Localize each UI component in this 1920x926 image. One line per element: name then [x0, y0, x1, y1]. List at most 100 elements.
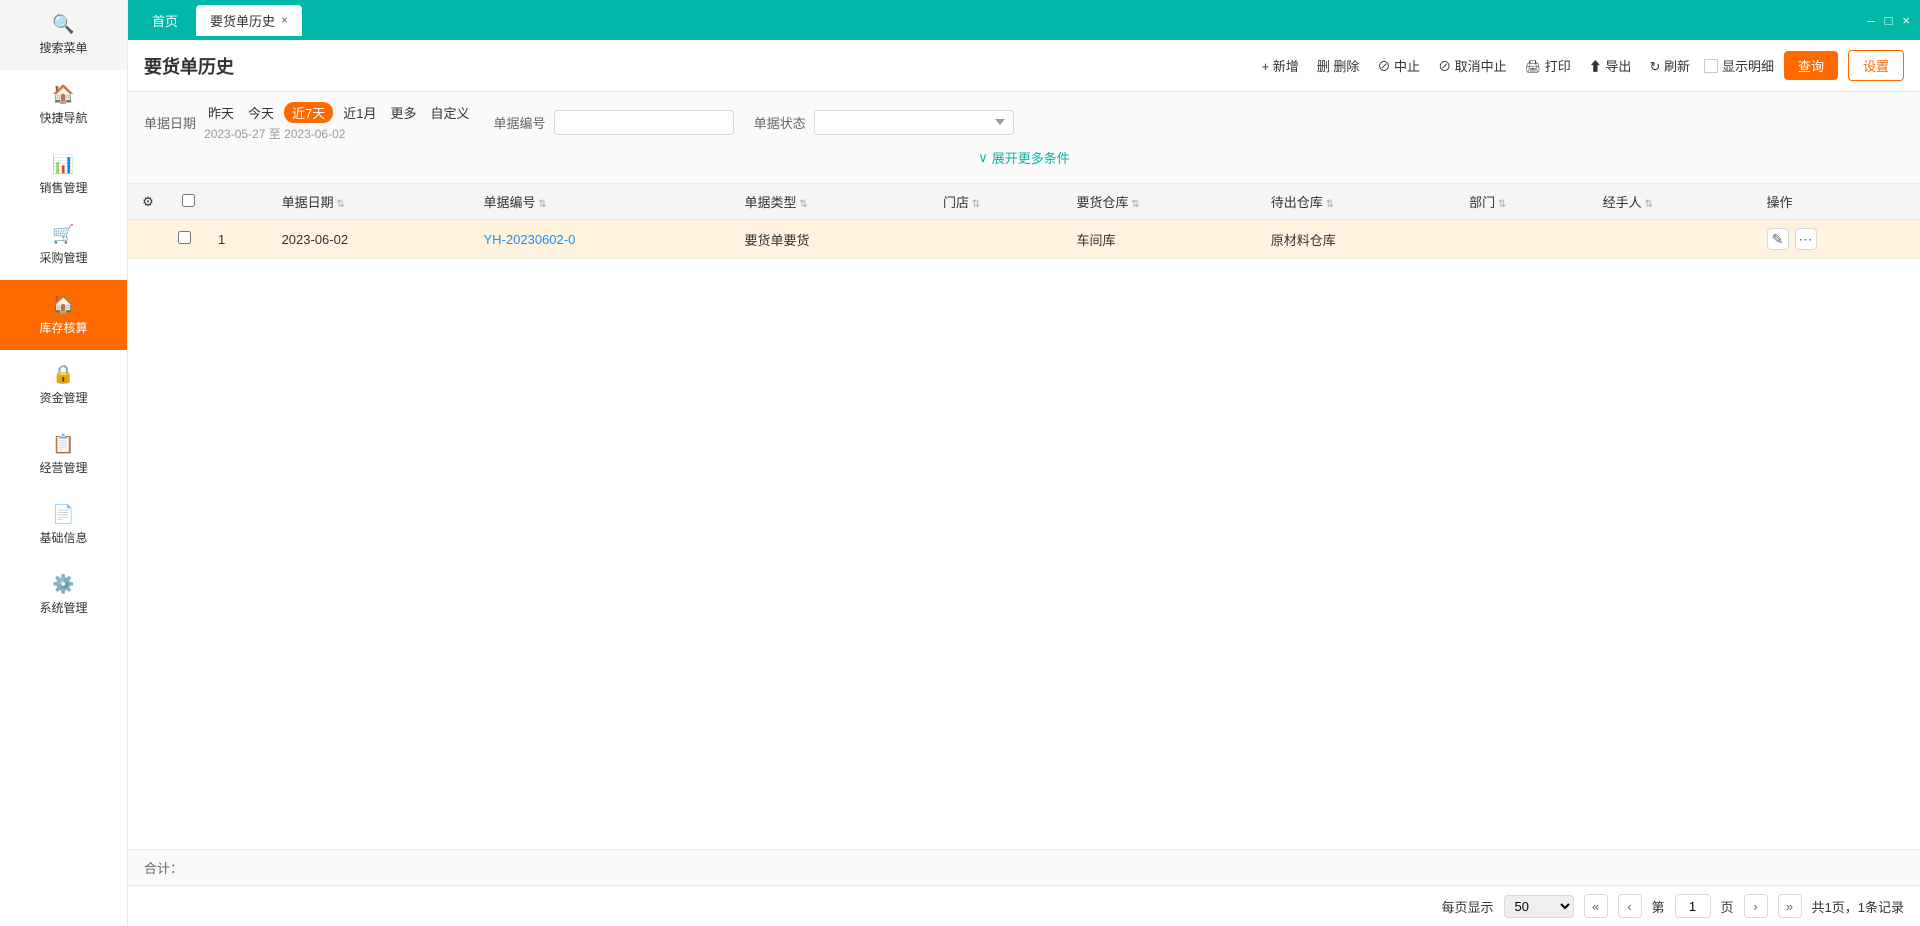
- cell-checkbox[interactable]: [168, 220, 208, 259]
- select-all-checkbox[interactable]: [182, 194, 195, 207]
- tab-home[interactable]: 首页: [138, 5, 192, 36]
- stop-button[interactable]: ⊘ 中止: [1373, 54, 1424, 77]
- row-actions: ✎ ⋯: [1767, 228, 1910, 250]
- filter-date-shortcuts: 昨天 今天 近7天 近1月 更多 自定义: [204, 102, 474, 123]
- shortcut-more[interactable]: 更多: [387, 102, 421, 123]
- page-header: 要货单历史 + 新增 删 删除 ⊘ 中止 ⊘ 取消中止 🖨 打印 ⬆ 导出 ↻ …: [128, 40, 1920, 92]
- topbar: 首页 要货单历史 × – □ ×: [128, 0, 1920, 40]
- th-operation: 操作: [1757, 184, 1920, 220]
- cell-date: 2023-06-02: [272, 220, 474, 259]
- maximize-button[interactable]: □: [1885, 13, 1893, 28]
- sidebar-item-sales[interactable]: 📊 销售管理: [0, 140, 127, 210]
- next-page-button[interactable]: ›: [1744, 894, 1768, 918]
- filter-row-main: 单据日期 昨天 今天 近7天 近1月 更多 自定义 2023-05-27 至 2…: [144, 102, 1904, 142]
- cell-pending-warehouse: 原材料仓库: [1261, 220, 1459, 259]
- expand-more-button[interactable]: ∨ 展开更多条件: [978, 148, 1070, 167]
- status-select[interactable]: [814, 110, 1014, 135]
- sidebar-item-operation[interactable]: 📋 经营管理: [0, 420, 127, 490]
- cell-seq: 1: [208, 220, 272, 259]
- home-icon: 🏠: [52, 84, 74, 105]
- tab-requisition-history[interactable]: 要货单历史 ×: [196, 5, 302, 36]
- sidebar-item-search[interactable]: 🔍 搜索菜单: [0, 0, 127, 70]
- sidebar-item-system[interactable]: ⚙️ 系统管理: [0, 560, 127, 630]
- query-button[interactable]: 查询: [1784, 51, 1838, 80]
- show-detail-label[interactable]: 显示明细: [1704, 56, 1774, 75]
- th-date[interactable]: 单据日期: [272, 184, 474, 220]
- page-size-select[interactable]: 20 50 100 200: [1504, 895, 1574, 918]
- page-size-label: 每页显示: [1441, 897, 1493, 916]
- th-req-warehouse[interactable]: 要货仓库: [1066, 184, 1260, 220]
- search-icon: 🔍: [52, 14, 74, 35]
- filter-status: 单据状态: [754, 110, 1014, 135]
- doc-number-link[interactable]: YH-20230602-0: [484, 232, 576, 247]
- th-checkbox[interactable]: [168, 184, 208, 220]
- filter-doc-number-label: 单据编号: [494, 113, 546, 132]
- date-range-display: 2023-05-27 至 2023-06-02: [204, 125, 474, 142]
- row-edit-button[interactable]: ✎: [1767, 228, 1789, 250]
- cell-settings: [128, 220, 168, 259]
- main-content: 首页 要货单历史 × – □ × 要货单历史 + 新增 删 删除 ⊘ 中止 ⊘ …: [128, 0, 1920, 926]
- sidebar-item-basic[interactable]: 📄 基础信息: [0, 490, 127, 560]
- cell-store: [933, 220, 1067, 259]
- cell-operation: ✎ ⋯: [1757, 220, 1920, 259]
- table-body: 1 2023-06-02 YH-20230602-0 要货单要货 车间库 原材料…: [128, 220, 1920, 259]
- row-more-button[interactable]: ⋯: [1795, 228, 1817, 250]
- table-header: ⚙ 单据日期 单据编号 单据类型 门店 要货仓库 待出仓库 部门 经手人 操作: [128, 184, 1920, 220]
- shortcut-1month[interactable]: 近1月: [339, 102, 380, 123]
- new-button[interactable]: + 新增: [1258, 54, 1303, 77]
- pagination-area: 每页显示 20 50 100 200 « ‹ 第 页 › » 共1页，1条记录: [128, 885, 1920, 926]
- th-handler[interactable]: 经手人: [1593, 184, 1757, 220]
- shortcut-today[interactable]: 今天: [244, 102, 278, 123]
- filter-date-label: 单据日期: [144, 113, 196, 132]
- prev-page-button[interactable]: ‹: [1618, 894, 1642, 918]
- filter-status-label: 单据状态: [754, 113, 806, 132]
- purchase-icon: 🛒: [52, 224, 74, 245]
- settings-button[interactable]: 设置: [1848, 50, 1904, 81]
- system-icon: ⚙️: [52, 574, 74, 595]
- tab-close-button[interactable]: ×: [281, 13, 288, 27]
- total-info: 共1页，1条记录: [1812, 897, 1904, 916]
- cell-number[interactable]: YH-20230602-0: [474, 220, 735, 259]
- topbar-right: – □ ×: [1867, 13, 1910, 28]
- operation-icon: 📋: [52, 434, 74, 455]
- print-button[interactable]: 🖨 打印: [1521, 54, 1575, 77]
- row-checkbox[interactable]: [178, 231, 191, 244]
- th-type[interactable]: 单据类型: [735, 184, 933, 220]
- sidebar-item-purchase[interactable]: 🛒 采购管理: [0, 210, 127, 280]
- th-seq: [208, 184, 272, 220]
- table-footer: 合计：: [128, 849, 1920, 885]
- cell-handler: [1593, 220, 1757, 259]
- page-label-suffix: 页: [1721, 897, 1734, 916]
- data-table: ⚙ 单据日期 单据编号 单据类型 门店 要货仓库 待出仓库 部门 经手人 操作: [128, 184, 1920, 259]
- export-button[interactable]: ⬆ 导出: [1585, 54, 1636, 77]
- page-number-input[interactable]: [1675, 894, 1711, 918]
- header-actions: + 新增 删 删除 ⊘ 中止 ⊘ 取消中止 🖨 打印 ⬆ 导出 ↻ 刷新 显示明…: [1258, 50, 1904, 81]
- cancel-stop-button[interactable]: ⊘ 取消中止: [1434, 54, 1511, 77]
- refresh-button[interactable]: ↻ 刷新: [1645, 54, 1694, 77]
- sidebar: 🔍 搜索菜单 🏠 快捷导航 📊 销售管理 🛒 采购管理 🏠 库存核算 🔒 资金管…: [0, 0, 128, 926]
- shortcut-7days[interactable]: 近7天: [284, 102, 333, 123]
- th-pending-warehouse[interactable]: 待出仓库: [1261, 184, 1459, 220]
- expand-more-area: ∨ 展开更多条件: [144, 142, 1904, 173]
- shortcut-yesterday[interactable]: 昨天: [204, 102, 238, 123]
- first-page-button[interactable]: «: [1584, 894, 1608, 918]
- th-number[interactable]: 单据编号: [474, 184, 735, 220]
- th-store[interactable]: 门店: [933, 184, 1067, 220]
- sidebar-item-finance[interactable]: 🔒 资金管理: [0, 350, 127, 420]
- total-label: 合计：: [144, 861, 183, 876]
- show-detail-checkbox[interactable]: [1704, 59, 1718, 73]
- chevron-down-icon: ∨: [978, 150, 988, 166]
- close-window-button[interactable]: ×: [1902, 13, 1910, 28]
- minimize-button[interactable]: –: [1867, 13, 1874, 28]
- finance-icon: 🔒: [52, 364, 74, 385]
- delete-button[interactable]: 删 删除: [1313, 54, 1364, 77]
- sidebar-item-inventory[interactable]: 🏠 库存核算: [0, 280, 127, 350]
- cell-type: 要货单要货: [735, 220, 933, 259]
- last-page-button[interactable]: »: [1778, 894, 1802, 918]
- th-department[interactable]: 部门: [1459, 184, 1593, 220]
- shortcut-custom[interactable]: 自定义: [427, 102, 474, 123]
- sidebar-item-shortcuts[interactable]: 🏠 快捷导航: [0, 70, 127, 140]
- doc-number-input[interactable]: [554, 110, 734, 135]
- cell-req-warehouse: 车间库: [1066, 220, 1260, 259]
- th-settings[interactable]: ⚙: [128, 184, 168, 220]
